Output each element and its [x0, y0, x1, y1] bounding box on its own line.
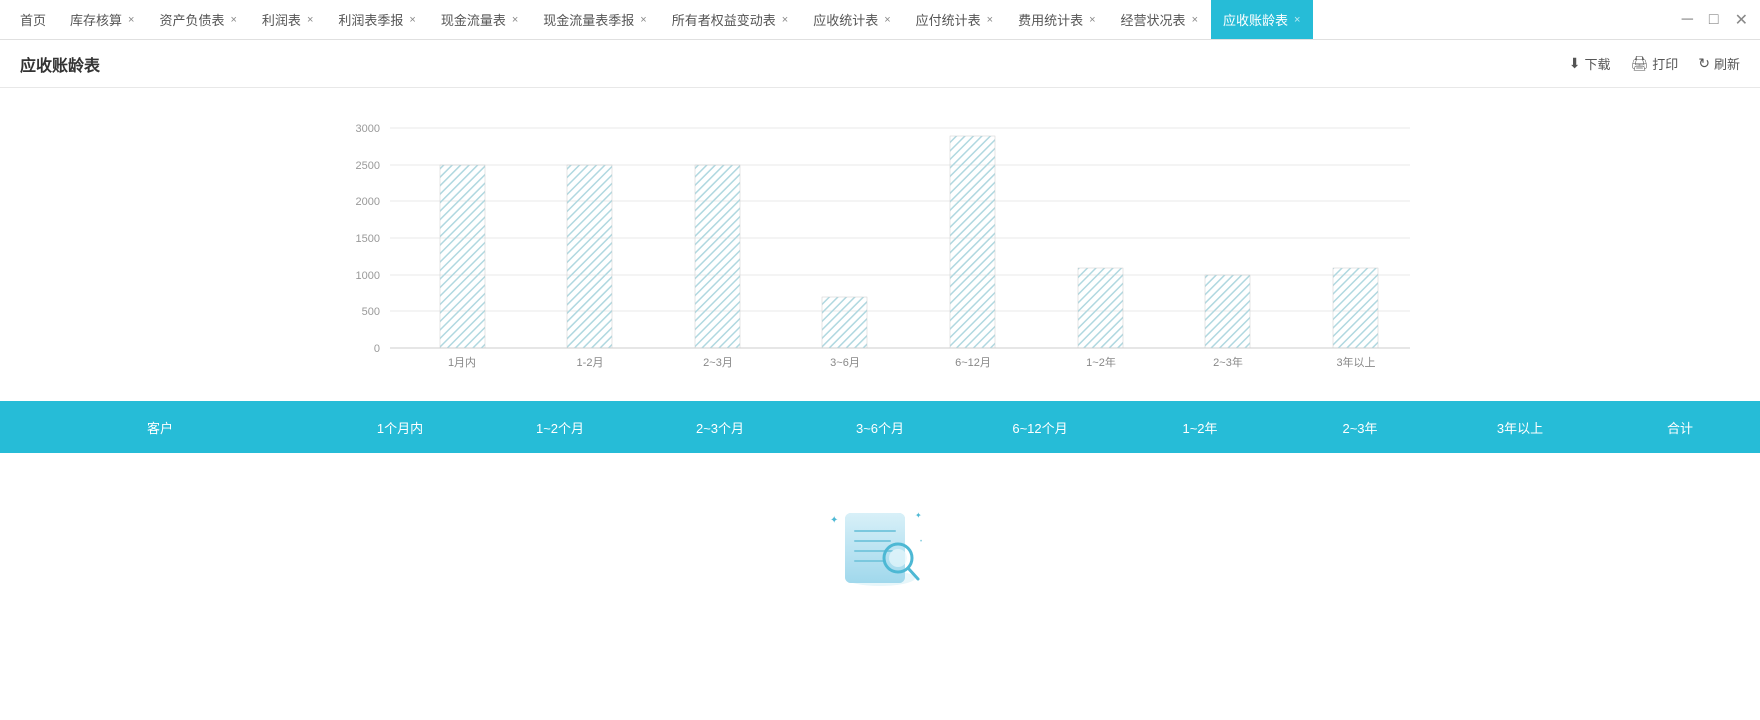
download-icon: ⬇	[1569, 55, 1581, 72]
svg-text:1-2月: 1-2月	[577, 357, 604, 369]
table-header-2-3month: 2~3个月	[640, 418, 800, 437]
tab-ar-aging[interactable]: 应收账龄表 ×	[1211, 0, 1313, 40]
tab-ar-aging-close[interactable]: ×	[1294, 14, 1300, 26]
svg-text:2500: 2500	[356, 160, 380, 172]
table-header-3year-plus: 3年以上	[1440, 418, 1600, 437]
window-minimize-btn[interactable]: ─	[1678, 7, 1697, 33]
tab-operation-close[interactable]: ×	[1192, 14, 1198, 26]
tab-profit-quarterly-close[interactable]: ×	[409, 14, 415, 26]
table-header-6-12month: 6~12个月	[960, 418, 1120, 437]
svg-text:3~6月: 3~6月	[830, 357, 860, 369]
bar-1月内	[440, 165, 485, 348]
tab-operation[interactable]: 经营状况表 ×	[1109, 0, 1211, 40]
tab-expense-stats-close[interactable]: ×	[1089, 14, 1095, 26]
tab-ar-stats[interactable]: 应收统计表 ×	[801, 0, 903, 40]
tab-cashflow[interactable]: 现金流量表 ×	[429, 0, 531, 40]
bar-3年以上	[1333, 268, 1378, 348]
table-header-1-2year: 1~2年	[1120, 418, 1280, 437]
bar-2-3年	[1205, 275, 1250, 348]
svg-text:2~3年: 2~3年	[1213, 355, 1243, 369]
tab-inventory-label: 库存核算	[70, 10, 122, 29]
tab-profit-loss-close[interactable]: ×	[307, 14, 313, 26]
tab-bar-actions: ─ □ ✕	[1678, 6, 1752, 34]
svg-text:2000: 2000	[356, 196, 380, 208]
tab-ar-stats-label: 应收统计表	[813, 10, 878, 29]
svg-text:✦: ✦	[830, 515, 838, 526]
print-button[interactable]: 🖨 打印	[1630, 54, 1678, 73]
tab-ar-stats-close[interactable]: ×	[884, 14, 890, 26]
svg-text:0: 0	[374, 343, 380, 355]
bar-2-3月	[695, 165, 740, 348]
tab-ap-stats[interactable]: 应付统计表 ×	[904, 0, 1006, 40]
svg-text:1500: 1500	[356, 233, 380, 245]
bar-6-12月	[950, 136, 995, 348]
table-header-customer: 客户	[0, 418, 320, 437]
svg-text:3000: 3000	[356, 123, 380, 135]
refresh-button[interactable]: ↻ 刷新	[1698, 54, 1740, 73]
table-header-1-2month: 1~2个月	[480, 418, 640, 437]
svg-text:1000: 1000	[356, 270, 380, 282]
tab-equity-label: 所有者权益变动表	[672, 10, 776, 29]
tab-inventory[interactable]: 库存核算 ×	[58, 0, 147, 40]
table-header-total: 合计	[1600, 418, 1760, 437]
table-header-1month: 1个月内	[320, 418, 480, 437]
tab-equity[interactable]: 所有者权益变动表 ×	[660, 0, 801, 40]
tab-profit-quarterly-label: 利润表季报	[338, 10, 403, 29]
tab-ar-aging-label: 应收账龄表	[1223, 10, 1288, 29]
tab-home[interactable]: 首页	[8, 0, 58, 40]
tab-bar: 首页 库存核算 × 资产负债表 × 利润表 × 利润表季报 × 现金流量表 × …	[0, 0, 1760, 40]
empty-state-icon: ✦ ✦ •	[820, 493, 940, 603]
tab-ap-stats-label: 应付统计表	[916, 10, 981, 29]
tab-balance-sheet[interactable]: 资产负债表 ×	[147, 0, 249, 40]
tab-profit-quarterly[interactable]: 利润表季报 ×	[326, 0, 428, 40]
main-content: 3000 2500 2000 1500 1000 500 0 1月内 1-2月	[0, 88, 1760, 720]
table-header: 客户 1个月内 1~2个月 2~3个月 3~6个月 6~12个月 1~2年 2~…	[0, 401, 1760, 453]
svg-text:500: 500	[362, 306, 380, 318]
window-maximize-btn[interactable]: □	[1705, 7, 1723, 33]
tab-cashflow-quarterly[interactable]: 现金流量表季报 ×	[531, 0, 659, 40]
bar-3-6月	[822, 297, 867, 348]
svg-text:1月内: 1月内	[448, 355, 476, 369]
svg-text:1~2年: 1~2年	[1086, 355, 1116, 369]
tab-expense-stats[interactable]: 费用统计表 ×	[1006, 0, 1108, 40]
download-label: 下载	[1584, 54, 1610, 73]
tab-cashflow-label: 现金流量表	[441, 10, 506, 29]
bar-chart: 3000 2500 2000 1500 1000 500 0 1月内 1-2月	[40, 108, 1720, 388]
print-label: 打印	[1652, 54, 1678, 73]
page-header: 应收账龄表 ⬇ 下载 🖨 打印 ↻ 刷新	[0, 40, 1760, 88]
bar-1-2年	[1078, 268, 1123, 348]
svg-text:•: •	[920, 539, 922, 545]
svg-text:2~3月: 2~3月	[703, 357, 733, 369]
page-title: 应收账龄表	[20, 52, 100, 76]
tab-expense-stats-label: 费用统计表	[1018, 10, 1083, 29]
print-icon: 🖨	[1630, 55, 1648, 72]
tab-operation-label: 经营状况表	[1121, 10, 1186, 29]
empty-state: ✦ ✦ •	[0, 453, 1760, 720]
tab-inventory-close[interactable]: ×	[128, 14, 134, 26]
home-tab-label: 首页	[20, 10, 46, 29]
tab-cashflow-close[interactable]: ×	[512, 14, 518, 26]
refresh-label: 刷新	[1714, 54, 1740, 73]
header-actions: ⬇ 下载 🖨 打印 ↻ 刷新	[1569, 54, 1740, 73]
download-button[interactable]: ⬇ 下载	[1569, 54, 1611, 73]
chart-area: 3000 2500 2000 1500 1000 500 0 1月内 1-2月	[0, 88, 1760, 401]
svg-text:✦: ✦	[915, 511, 922, 520]
tab-balance-sheet-close[interactable]: ×	[230, 14, 236, 26]
tab-equity-close[interactable]: ×	[782, 14, 788, 26]
svg-text:3年以上: 3年以上	[1336, 355, 1375, 369]
tab-profit-loss-label: 利润表	[262, 10, 301, 29]
refresh-icon: ↻	[1698, 55, 1710, 72]
tab-cashflow-quarterly-label: 现金流量表季报	[543, 10, 634, 29]
window-close-btn[interactable]: ✕	[1731, 6, 1752, 34]
svg-text:6~12月: 6~12月	[955, 357, 991, 369]
tab-ap-stats-close[interactable]: ×	[987, 14, 993, 26]
table-header-3-6month: 3~6个月	[800, 418, 960, 437]
tab-cashflow-quarterly-close[interactable]: ×	[640, 14, 646, 26]
tab-profit-loss[interactable]: 利润表 ×	[250, 0, 326, 40]
tab-balance-sheet-label: 资产负债表	[159, 10, 224, 29]
bar-1-2月	[567, 165, 612, 348]
table-header-2-3year: 2~3年	[1280, 418, 1440, 437]
